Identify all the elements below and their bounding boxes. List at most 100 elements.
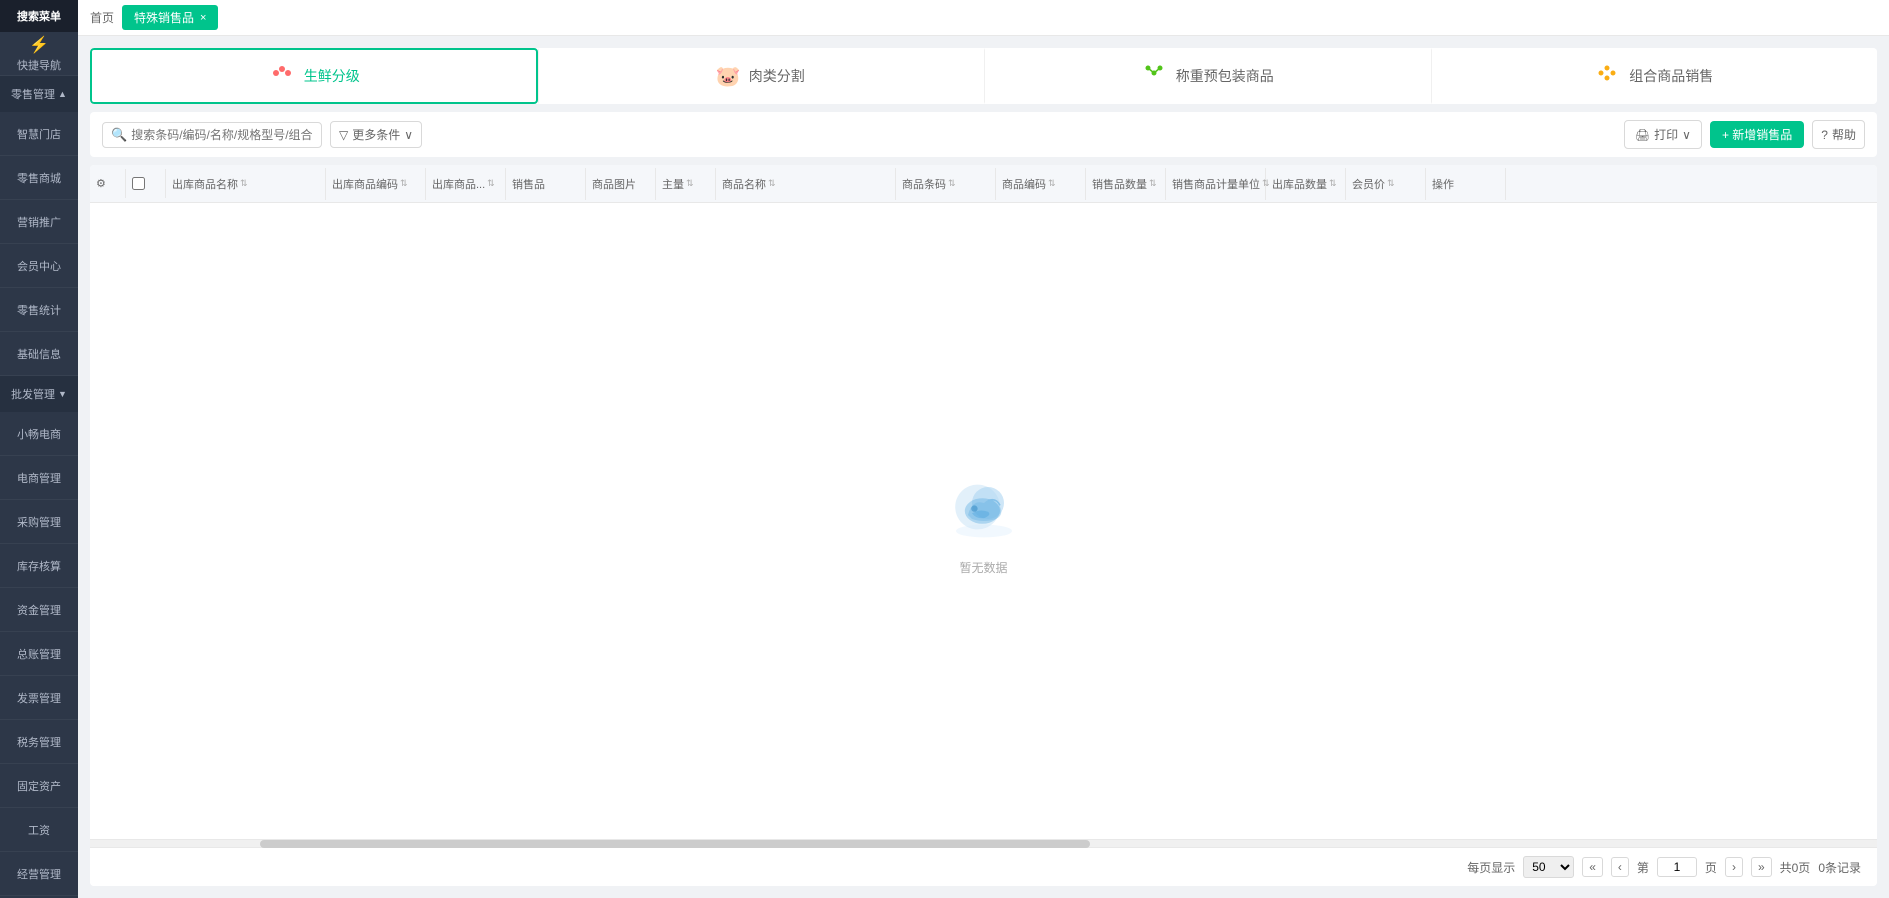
sidebar-item-members[interactable]: 会员中心 bbox=[0, 244, 78, 288]
th-operate: 操作 bbox=[1426, 168, 1506, 200]
basic-info-1-label: 基础信息 bbox=[17, 346, 61, 362]
combo-icon bbox=[1593, 62, 1621, 90]
new-button[interactable]: + 新增销售品 bbox=[1710, 121, 1804, 148]
sort-icon-11[interactable]: ⇅ bbox=[1387, 178, 1395, 189]
last-page-button[interactable]: » bbox=[1751, 857, 1772, 877]
filter-icon: ▽ bbox=[339, 128, 348, 142]
filter-label: 更多条件 bbox=[352, 126, 400, 143]
sidebar-section-wholesale[interactable]: 批发管理 ▼ bbox=[0, 376, 78, 412]
sidebar-item-fixed-assets[interactable]: 固定资产 bbox=[0, 764, 78, 808]
scroll-bar-thumb[interactable] bbox=[260, 840, 1090, 848]
sidebar-item-smart-store[interactable]: 智慧门店 bbox=[0, 112, 78, 156]
sort-icon-2[interactable]: ⇅ bbox=[400, 178, 408, 189]
cat-tab-combo[interactable]: 组合商品销售 bbox=[1431, 48, 1878, 104]
fixed-assets-label: 固定资产 bbox=[17, 778, 61, 794]
empty-state: 暂无数据 bbox=[944, 467, 1024, 576]
th-setting[interactable]: ⚙ bbox=[90, 169, 126, 198]
retail-mall-label: 零售商城 bbox=[17, 170, 61, 186]
cat-tab-fresh[interactable]: 生鲜分级 bbox=[90, 48, 538, 104]
select-all-checkbox[interactable] bbox=[132, 177, 145, 190]
print-button[interactable]: 🖨 打印 ∨ bbox=[1624, 120, 1702, 149]
first-page-button[interactable]: « bbox=[1582, 857, 1603, 877]
th-out-spec-label: 出库商品... bbox=[432, 176, 485, 192]
sort-icon-10[interactable]: ⇅ bbox=[1329, 178, 1337, 189]
sidebar-item-invoice[interactable]: 发票管理 bbox=[0, 676, 78, 720]
purchase-label: 采购管理 bbox=[17, 514, 61, 530]
help-button[interactable]: ? 帮助 bbox=[1812, 120, 1865, 149]
retail-stats-label: 零售统计 bbox=[17, 302, 61, 318]
fresh-label: 生鲜分级 bbox=[304, 66, 360, 86]
new-label: + 新增销售品 bbox=[1722, 126, 1792, 143]
next-page-button[interactable]: › bbox=[1725, 857, 1743, 877]
sidebar-item-quick-nav[interactable]: ⚡ 快捷导航 bbox=[0, 32, 78, 76]
special-sales-tab[interactable]: 特殊销售品 × bbox=[122, 5, 218, 30]
th-weight-label: 主量 bbox=[662, 176, 684, 192]
th-weight: 主量 ⇅ bbox=[656, 168, 716, 200]
meat-icon: 🐷 bbox=[716, 64, 741, 89]
weight-icon bbox=[1140, 62, 1168, 90]
sort-icon-8[interactable]: ⇅ bbox=[1149, 178, 1157, 189]
sidebar-logo[interactable]: 搜索菜单 bbox=[0, 0, 78, 32]
sort-icon-6[interactable]: ⇅ bbox=[948, 178, 956, 189]
main-content: 首页 特殊销售品 × 生鲜分级 🐷 肉类分割 bbox=[78, 0, 1889, 898]
sidebar-item-tax[interactable]: 税务管理 bbox=[0, 720, 78, 764]
meat-label: 肉类分割 bbox=[749, 66, 805, 86]
help-label: 帮助 bbox=[1832, 126, 1856, 143]
sidebar-item-salary[interactable]: 工资 bbox=[0, 808, 78, 852]
sidebar-item-inventory[interactable]: 库存核算 bbox=[0, 544, 78, 588]
page-label: 第 bbox=[1637, 859, 1649, 876]
ecommerce-manage-label: 电商管理 bbox=[17, 470, 61, 486]
th-image: 商品图片 bbox=[586, 168, 656, 200]
arrow-icon: ▲ bbox=[58, 89, 67, 99]
tax-label: 税务管理 bbox=[17, 734, 61, 750]
sidebar-item-basic-info-1[interactable]: 基础信息 bbox=[0, 332, 78, 376]
sort-icon-7[interactable]: ⇅ bbox=[1048, 178, 1056, 189]
th-out-qty: 出库品数量 ⇅ bbox=[1266, 168, 1346, 200]
scroll-bar-container[interactable] bbox=[90, 839, 1877, 847]
sidebar-item-ecommerce-manage[interactable]: 电商管理 bbox=[0, 456, 78, 500]
sidebar-item-business[interactable]: 经营管理 bbox=[0, 852, 78, 896]
empty-text: 暂无数据 bbox=[959, 559, 1007, 576]
search-box[interactable]: 🔍 bbox=[102, 122, 322, 148]
sidebar: 搜索菜单 ⚡ 快捷导航 零售管理 ▲ 智慧门店 零售商城 营销推广 会员中心 零… bbox=[0, 0, 78, 898]
th-barcode: 商品条码 ⇅ bbox=[896, 168, 996, 200]
total-records: 0条记录 bbox=[1818, 859, 1861, 876]
home-link[interactable]: 首页 bbox=[90, 9, 114, 26]
th-sale-qty-label: 销售品数量 bbox=[1092, 176, 1147, 192]
th-sale-qty: 销售品数量 ⇅ bbox=[1086, 168, 1166, 200]
page-input[interactable] bbox=[1657, 857, 1697, 877]
th-sale-unit-label: 销售商品计量单位 bbox=[1172, 176, 1260, 192]
sidebar-item-purchase[interactable]: 采购管理 bbox=[0, 500, 78, 544]
cat-tab-meat[interactable]: 🐷 肉类分割 bbox=[538, 48, 985, 104]
pagination: 每页显示 50 10 20 100 « ‹ 第 页 › » 共0页 0条记录 bbox=[90, 847, 1877, 886]
th-operate-label: 操作 bbox=[1432, 176, 1454, 192]
total-pages: 共0页 bbox=[1780, 859, 1811, 876]
sidebar-item-marketing[interactable]: 营销推广 bbox=[0, 200, 78, 244]
sidebar-item-retail-mall[interactable]: 零售商城 bbox=[0, 156, 78, 200]
prev-page-button[interactable]: ‹ bbox=[1611, 857, 1629, 877]
print-label: 打印 bbox=[1654, 126, 1678, 143]
tab-close-icon[interactable]: × bbox=[200, 12, 206, 24]
sort-icon[interactable]: ⇅ bbox=[240, 178, 248, 189]
th-out-code-label: 出库商品编码 bbox=[332, 176, 398, 192]
sort-icon-3[interactable]: ⇅ bbox=[487, 178, 495, 189]
sort-icon-5[interactable]: ⇅ bbox=[768, 178, 776, 189]
th-checkbox[interactable] bbox=[126, 169, 166, 198]
per-page-select[interactable]: 50 10 20 100 bbox=[1523, 856, 1574, 878]
sidebar-item-retail-stats[interactable]: 零售统计 bbox=[0, 288, 78, 332]
ledger-label: 总账管理 bbox=[17, 646, 61, 662]
th-sale-product: 销售品 bbox=[506, 168, 586, 200]
sidebar-section-retail[interactable]: 零售管理 ▲ bbox=[0, 76, 78, 112]
sidebar-item-finance[interactable]: 资金管理 bbox=[0, 588, 78, 632]
sort-icon-4[interactable]: ⇅ bbox=[686, 178, 694, 189]
cat-tab-weight[interactable]: 称重预包装商品 bbox=[984, 48, 1431, 104]
search-icon: 🔍 bbox=[111, 127, 127, 143]
th-barcode-label: 商品条码 bbox=[902, 176, 946, 192]
sidebar-item-ledger[interactable]: 总账管理 bbox=[0, 632, 78, 676]
ecommerce-label: 小畅电商 bbox=[17, 426, 61, 442]
th-product-name: 商品名称 ⇅ bbox=[716, 168, 896, 200]
sidebar-item-ecommerce[interactable]: 小畅电商 bbox=[0, 412, 78, 456]
search-input[interactable] bbox=[131, 128, 313, 142]
filter-button[interactable]: ▽ 更多条件 ∨ bbox=[330, 121, 422, 148]
toolbar: 🔍 ▽ 更多条件 ∨ 🖨 打印 ∨ + 新增销售品 ? 帮助 bbox=[90, 112, 1877, 157]
